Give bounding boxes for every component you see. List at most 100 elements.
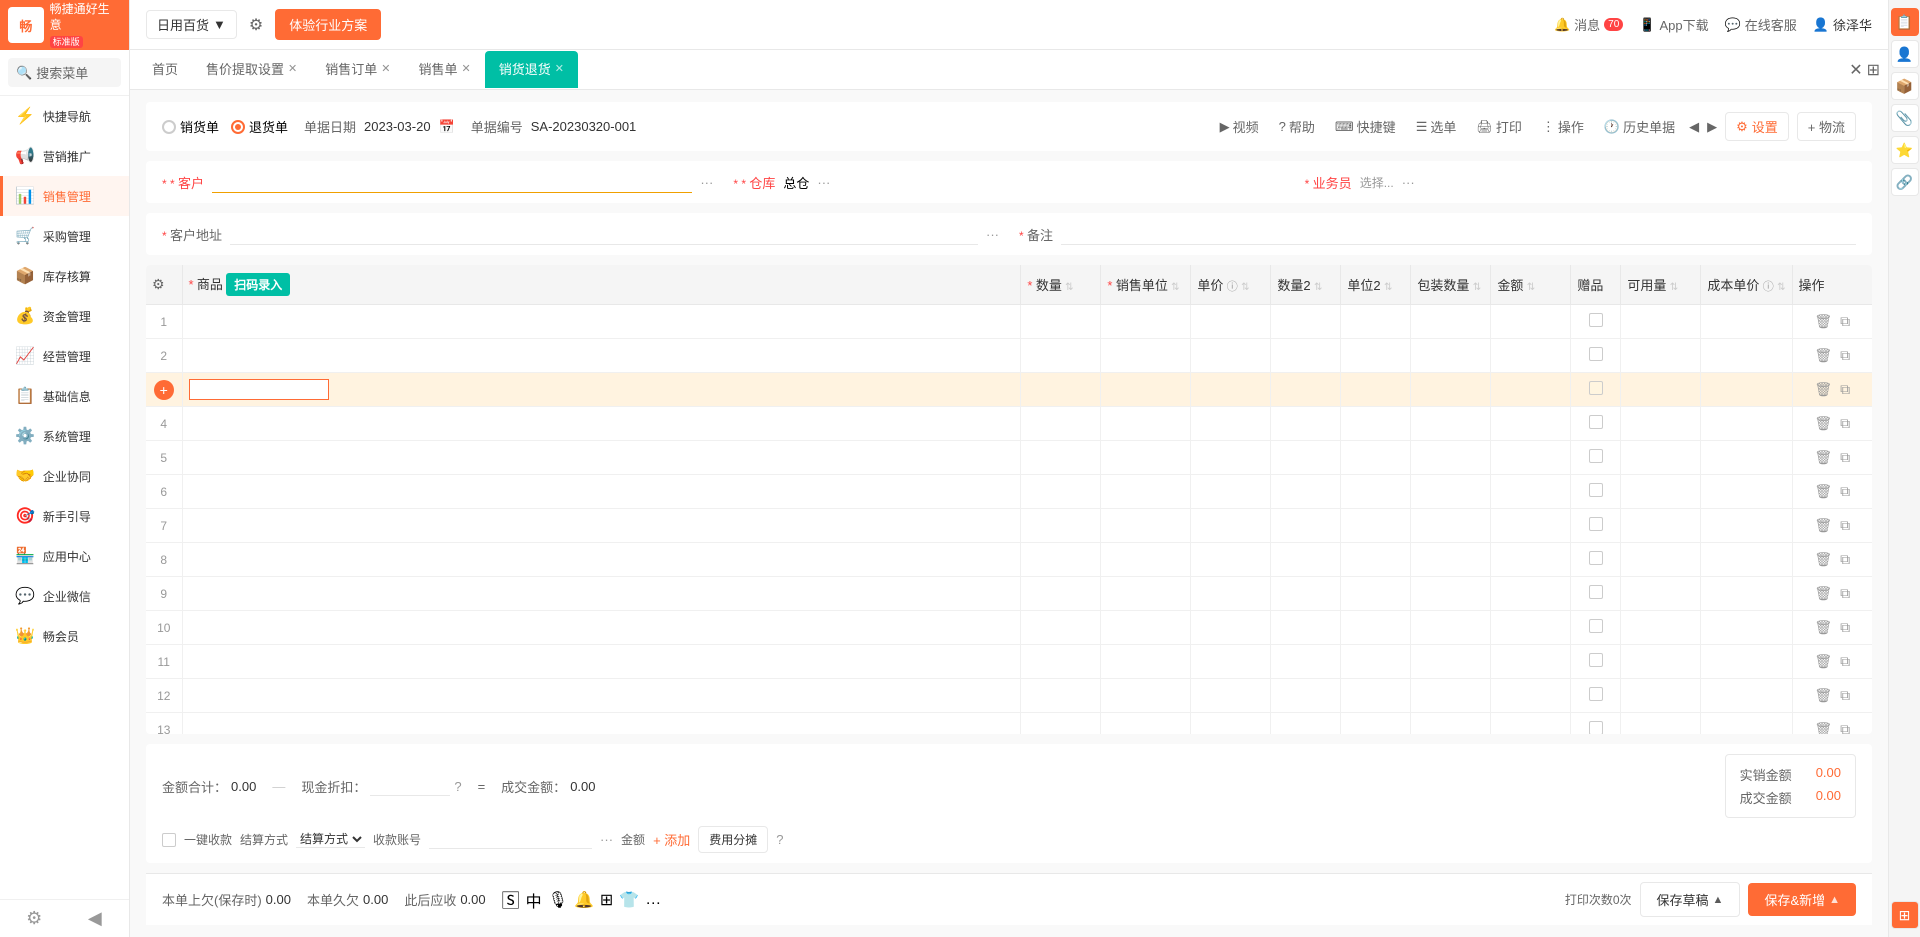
col-unit2-sort[interactable]: ⇅ bbox=[1384, 282, 1392, 293]
row-1-cost-price[interactable] bbox=[1701, 305, 1792, 339]
help-btn[interactable]: ? 帮助 bbox=[1273, 114, 1321, 139]
row-6-delete-btn[interactable]: 🗑 bbox=[1812, 481, 1834, 502]
col-amount-sort[interactable]: ⇅ bbox=[1527, 282, 1535, 293]
right-panel-btn-5[interactable]: ⭐ bbox=[1891, 136, 1919, 164]
row-1-qty2[interactable] bbox=[1271, 305, 1341, 339]
row-3-unit2[interactable] bbox=[1341, 373, 1411, 407]
row-3-unit-price[interactable] bbox=[1191, 373, 1271, 407]
row-4-product[interactable] bbox=[182, 407, 1021, 441]
sidebar-item-enterprise[interactable]: 🤝 企业协同 bbox=[0, 456, 129, 496]
row-2-unit2[interactable] bbox=[1341, 339, 1411, 373]
row-1-copy-btn[interactable]: ⧉ bbox=[1838, 311, 1852, 332]
row-1-unit2[interactable] bbox=[1341, 305, 1411, 339]
right-panel-btn-3[interactable]: 📦 bbox=[1891, 72, 1919, 100]
sidebar-item-system[interactable]: ⚙️ 系统管理 bbox=[0, 416, 129, 456]
row-8-copy-btn[interactable]: ⧉ bbox=[1838, 549, 1852, 570]
print-btn[interactable]: 🖨 打印 bbox=[1470, 114, 1528, 139]
row-1-product[interactable] bbox=[182, 305, 1021, 339]
sidebar-item-inventory[interactable]: 📦 库存核算 bbox=[0, 256, 129, 296]
salesperson-select[interactable]: 选择... bbox=[1360, 174, 1394, 191]
account-dots[interactable]: ··· bbox=[600, 832, 613, 847]
salesperson-dots[interactable]: ··· bbox=[1402, 175, 1415, 190]
experience-btn[interactable]: 体验行业方案 bbox=[275, 9, 381, 40]
one-click-checkbox[interactable] bbox=[162, 833, 176, 847]
history-btn[interactable]: 🕐 历史单据 bbox=[1598, 114, 1681, 139]
row-1-gift[interactable] bbox=[1571, 305, 1621, 339]
row-3-qty2[interactable] bbox=[1271, 373, 1341, 407]
row-4-delete-btn[interactable]: 🗑 bbox=[1812, 413, 1834, 434]
row-3-copy-btn[interactable]: ⧉ bbox=[1838, 379, 1852, 400]
row-2-unit-price[interactable] bbox=[1191, 339, 1271, 373]
row-2-cost-price[interactable] bbox=[1701, 339, 1792, 373]
online-service-action[interactable]: 💬 在线客服 bbox=[1725, 15, 1797, 34]
row-12-copy-btn[interactable]: ⧉ bbox=[1838, 685, 1852, 706]
scan-btn[interactable]: 扫码录入 bbox=[226, 273, 290, 296]
tab-price-settings[interactable]: 售价提取设置 ✕ bbox=[192, 51, 311, 88]
row-3-product[interactable] bbox=[182, 373, 1021, 407]
right-panel-btn-orange[interactable]: ⊞ bbox=[1891, 901, 1919, 929]
sidebar-item-member[interactable]: 👑 畅会员 bbox=[0, 616, 129, 656]
row-1-available[interactable] bbox=[1621, 305, 1701, 339]
row-2-available[interactable] bbox=[1621, 339, 1701, 373]
row-3-cost-price[interactable] bbox=[1701, 373, 1792, 407]
sidebar-item-shortcut[interactable]: ⚡ 快捷导航 bbox=[0, 96, 129, 136]
select-btn[interactable]: ☰ 选单 bbox=[1410, 114, 1463, 139]
col-unit-price-sort[interactable]: ⇅ bbox=[1241, 282, 1249, 293]
calendar-icon[interactable]: 📅 bbox=[439, 119, 455, 135]
row-9-copy-btn[interactable]: ⧉ bbox=[1838, 583, 1852, 604]
tab-sales-out-close[interactable]: ✕ bbox=[462, 62, 471, 75]
row-2-gift[interactable] bbox=[1571, 339, 1621, 373]
col-qty-sort[interactable]: ⇅ bbox=[1065, 282, 1073, 293]
right-panel-btn-4[interactable]: 📎 bbox=[1891, 104, 1919, 132]
col-sales-unit-sort[interactable]: ⇅ bbox=[1171, 282, 1179, 293]
gift-checkbox-3[interactable] bbox=[1589, 381, 1603, 395]
discount-help[interactable]: ? bbox=[454, 779, 461, 794]
tab-home[interactable]: 首页 bbox=[138, 51, 192, 88]
sidebar-item-wechat[interactable]: 💬 企业微信 bbox=[0, 576, 129, 616]
row-3-amount[interactable] bbox=[1491, 373, 1571, 407]
col-unit-price-info[interactable]: ⓘ bbox=[1227, 281, 1238, 293]
row-2-qty2[interactable] bbox=[1271, 339, 1341, 373]
tab-sales-order[interactable]: 销售订单 ✕ bbox=[311, 51, 404, 88]
row-11-delete-btn[interactable]: 🗑 bbox=[1812, 651, 1834, 672]
radio-return[interactable]: 退货单 bbox=[231, 117, 288, 136]
history-prev-btn[interactable]: ◀ bbox=[1689, 119, 1699, 135]
tab-sales-order-close[interactable]: ✕ bbox=[381, 62, 390, 75]
row-13-delete-btn[interactable]: 🗑 bbox=[1812, 719, 1834, 734]
discount-input[interactable] bbox=[370, 776, 450, 796]
add-payment-btn[interactable]: + 添加 bbox=[653, 830, 690, 849]
tab-price-settings-close[interactable]: ✕ bbox=[288, 62, 297, 75]
row-3-product-input[interactable] bbox=[189, 379, 329, 400]
row-7-delete-btn[interactable]: 🗑 bbox=[1812, 515, 1834, 536]
sidebar-collapse-btn[interactable]: ◀ bbox=[69, 908, 122, 929]
col-available-sort[interactable]: ⇅ bbox=[1670, 282, 1678, 293]
sidebar-item-sales[interactable]: 📊 销售管理 bbox=[0, 176, 129, 216]
video-btn[interactable]: ▶ 视频 bbox=[1214, 114, 1265, 139]
row-2-sales-unit[interactable] bbox=[1101, 339, 1191, 373]
customer-dots[interactable]: ··· bbox=[700, 175, 713, 190]
account-input[interactable] bbox=[429, 830, 592, 849]
right-panel-btn-2[interactable]: 👤 bbox=[1891, 40, 1919, 68]
daily-select[interactable]: 日用百货 ▼ bbox=[146, 10, 237, 39]
row-7-copy-btn[interactable]: ⧉ bbox=[1838, 515, 1852, 536]
notification-action[interactable]: 🔔 消息 70 bbox=[1554, 15, 1623, 34]
user-action[interactable]: 👤 徐泽华 bbox=[1813, 15, 1872, 34]
address-dots[interactable]: ··· bbox=[986, 227, 999, 242]
header-gear-btn[interactable]: ⚙ bbox=[245, 11, 267, 39]
row-2-package-qty[interactable] bbox=[1411, 339, 1491, 373]
right-panel-btn-6[interactable]: 🔗 bbox=[1891, 168, 1919, 196]
row-2-delete-btn[interactable]: 🗑 bbox=[1812, 345, 1834, 366]
row-1-amount[interactable] bbox=[1491, 305, 1571, 339]
row-12-delete-btn[interactable]: 🗑 bbox=[1812, 685, 1834, 706]
row-2-product[interactable] bbox=[182, 339, 1021, 373]
shortcut-btn[interactable]: ⌨ 快捷键 bbox=[1329, 114, 1402, 139]
payment-help-icon[interactable]: ? bbox=[776, 832, 783, 847]
col-package-qty-sort[interactable]: ⇅ bbox=[1473, 282, 1481, 293]
tab-sales-return-close[interactable]: ✕ bbox=[555, 62, 564, 75]
row-1-sales-unit[interactable] bbox=[1101, 305, 1191, 339]
row-2-amount[interactable] bbox=[1491, 339, 1571, 373]
sidebar-settings-btn[interactable]: ⚙ bbox=[8, 908, 61, 929]
app-download-action[interactable]: 📱 App下载 bbox=[1639, 15, 1708, 34]
row-3-sales-unit[interactable] bbox=[1101, 373, 1191, 407]
row-2-copy-btn[interactable]: ⧉ bbox=[1838, 345, 1852, 366]
